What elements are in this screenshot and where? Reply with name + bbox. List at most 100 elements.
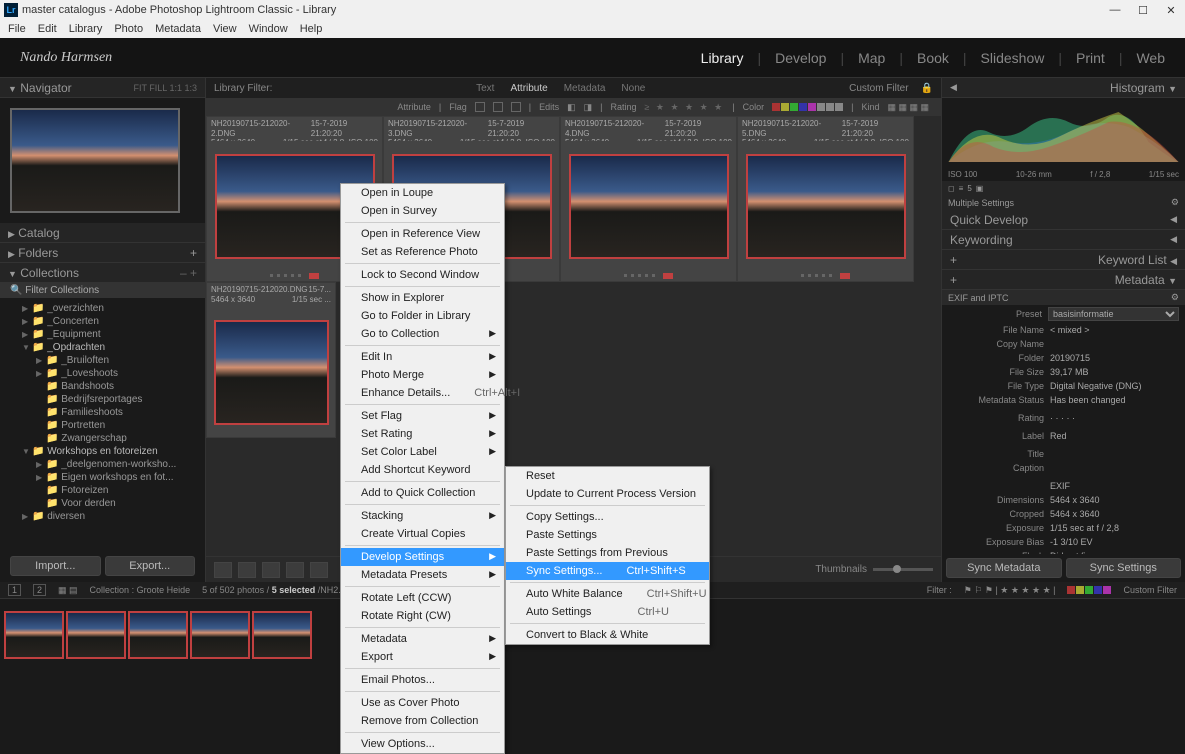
module-web[interactable]: Web: [1136, 50, 1165, 66]
info-icon[interactable]: ▣: [976, 184, 984, 193]
menu-item[interactable]: Set Color Label▶: [341, 443, 504, 461]
quickdevelop-header[interactable]: Quick Develop ◀: [942, 210, 1185, 230]
menu-item[interactable]: Auto White BalanceCtrl+Shift+U: [506, 585, 709, 603]
maximize-button[interactable]: ☐: [1133, 2, 1153, 18]
menu-item-view[interactable]: View: [213, 23, 237, 35]
filmstrip-thumb[interactable]: [190, 611, 250, 659]
menu-item[interactable]: View Options...: [341, 735, 504, 753]
menu-item-photo[interactable]: Photo: [114, 23, 143, 35]
preset-select[interactable]: basisinformatie: [1048, 307, 1179, 321]
tree-item[interactable]: 📁 Voor derden: [0, 497, 205, 510]
filter-tab-none[interactable]: None: [621, 83, 645, 94]
menu-item[interactable]: Stacking▶: [341, 507, 504, 525]
menu-item[interactable]: Export▶: [341, 648, 504, 666]
menu-item[interactable]: Go to Folder in Library: [341, 307, 504, 325]
collections-header[interactable]: ▼ Collections– +: [0, 263, 205, 283]
menu-item[interactable]: Use as Cover Photo: [341, 694, 504, 712]
custom-filter[interactable]: Custom Filter: [849, 83, 908, 94]
menu-item[interactable]: Copy Settings...: [506, 508, 709, 526]
module-book[interactable]: Book: [917, 50, 949, 66]
menu-item[interactable]: Update to Current Process Version: [506, 485, 709, 503]
grid-icons[interactable]: ▦ ▤: [58, 585, 78, 596]
menu-item[interactable]: Add Shortcut Keyword: [341, 461, 504, 479]
sync-metadata-button[interactable]: Sync Metadata: [946, 558, 1062, 578]
thumbnail-size-slider[interactable]: [873, 568, 933, 571]
module-develop[interactable]: Develop: [775, 50, 826, 66]
histogram-panel[interactable]: [942, 98, 1185, 168]
menu-item[interactable]: Set Rating▶: [341, 425, 504, 443]
menu-item[interactable]: Open in Loupe: [341, 184, 504, 202]
edit-icon2[interactable]: ◨: [584, 102, 593, 113]
folders-header[interactable]: ▶ Folders+: [0, 243, 205, 263]
tree-item[interactable]: ▶ 📁 Eigen workshops en fot...: [0, 471, 205, 484]
menu-item[interactable]: Email Photos...: [341, 671, 504, 689]
tree-item[interactable]: ▶ 📁 diversen: [0, 510, 205, 523]
crop-icon[interactable]: ◻: [948, 184, 955, 193]
menu-item[interactable]: Develop Settings▶: [341, 548, 504, 566]
menu-item[interactable]: Add to Quick Collection: [341, 484, 504, 502]
tree-item[interactable]: ▶ 📁 _deelgenomen-worksho...: [0, 458, 205, 471]
tree-item[interactable]: 📁 Bedrijfsreportages: [0, 393, 205, 406]
filmstrip-colors[interactable]: [1067, 586, 1111, 594]
collections-filter[interactable]: 🔍 Filter Collections: [0, 283, 205, 298]
menu-item[interactable]: Set as Reference Photo: [341, 243, 504, 261]
import-button[interactable]: Import...: [10, 556, 101, 576]
grid-cell[interactable]: NH20190715-212020-4.DNG15-7-2019 21:20:2…: [560, 116, 737, 282]
second-window-2[interactable]: 2: [33, 584, 46, 596]
tree-item[interactable]: ▶ 📁 _Bruiloften: [0, 354, 205, 367]
menu-item[interactable]: Reset: [506, 467, 709, 485]
flag-unflagged[interactable]: [493, 102, 503, 112]
filter-tab-metadata[interactable]: Metadata: [564, 83, 606, 94]
menu-item[interactable]: Convert to Black & White: [506, 626, 709, 644]
menu-item-edit[interactable]: Edit: [38, 23, 57, 35]
menu-item[interactable]: Rotate Right (CW): [341, 607, 504, 625]
keywording-header[interactable]: Keywording ◀: [942, 230, 1185, 250]
menu-item[interactable]: Show in Explorer: [341, 289, 504, 307]
menu-item[interactable]: Auto SettingsCtrl+U: [506, 603, 709, 621]
compare-view-icon[interactable]: [262, 562, 280, 578]
menu-item-metadata[interactable]: Metadata: [155, 23, 201, 35]
filmstrip-thumb[interactable]: [252, 611, 312, 659]
tree-item[interactable]: 📁 Familieshoots: [0, 406, 205, 419]
module-library[interactable]: Library: [701, 50, 744, 66]
menu-item[interactable]: Paste Settings from Previous: [506, 544, 709, 562]
navigator-zoom[interactable]: FIT FILL 1:1 1:3: [133, 83, 197, 93]
menu-item[interactable]: Paste Settings: [506, 526, 709, 544]
menu-item[interactable]: Set Flag▶: [341, 407, 504, 425]
tree-item[interactable]: 📁 Zwangerschap: [0, 432, 205, 445]
grid-cell[interactable]: NH20190715-212020.DNG15-7...5464 x 36401…: [206, 282, 336, 438]
filmstrip-filter-icons[interactable]: ⚑ ⚐ ⚑ | ★ ★ ★ ★ ★ |: [964, 585, 1056, 596]
filmstrip-custom-filter[interactable]: Custom Filter: [1123, 585, 1177, 595]
module-slideshow[interactable]: Slideshow: [981, 50, 1045, 66]
menu-item[interactable]: Open in Survey: [341, 202, 504, 220]
exif-iptc-select[interactable]: EXIF and IPTC: [948, 293, 1171, 303]
kind-icons[interactable]: ▦ ▦ ▦ ▦: [887, 102, 929, 113]
metadata-header[interactable]: + Metadata ▼: [942, 270, 1185, 290]
edit-icon[interactable]: ◧: [567, 102, 576, 113]
menu-item[interactable]: Enhance Details...Ctrl+Alt+I: [341, 384, 504, 402]
grid-view-icon[interactable]: [214, 562, 232, 578]
tree-item[interactable]: 📁 Portretten: [0, 419, 205, 432]
flag-picked[interactable]: [475, 102, 485, 112]
tree-item[interactable]: ▶ 📁 _Loveshoots: [0, 367, 205, 380]
second-window-icon[interactable]: 1: [8, 584, 21, 596]
flag-rejected[interactable]: [511, 102, 521, 112]
loupe-view-icon[interactable]: [238, 562, 256, 578]
context-submenu[interactable]: ResetUpdate to Current Process Version Co…: [505, 466, 710, 645]
tree-item[interactable]: 📁 Bandshoots: [0, 380, 205, 393]
navigator-preview[interactable]: [0, 98, 205, 223]
tree-item[interactable]: 📁 Fotoreizen: [0, 484, 205, 497]
tree-item[interactable]: ▶ 📁 _Equipment: [0, 328, 205, 341]
close-button[interactable]: ✕: [1161, 2, 1181, 18]
tree-item[interactable]: ▼ 📁 _Opdrachten: [0, 341, 205, 354]
lock-icon[interactable]: 🔒: [921, 83, 933, 94]
menu-item[interactable]: Go to Collection▶: [341, 325, 504, 343]
levels-icon[interactable]: ≡: [959, 184, 964, 193]
catalog-header[interactable]: ▶ Catalog: [0, 223, 205, 243]
filmstrip-thumb[interactable]: [4, 611, 64, 659]
export-button[interactable]: Export...: [105, 556, 196, 576]
tree-item[interactable]: ▶ 📁 _overzichten: [0, 302, 205, 315]
filmstrip-thumb[interactable]: [66, 611, 126, 659]
tree-item[interactable]: ▼ 📁 Workshops en fotoreizen: [0, 445, 205, 458]
filter-tab-text[interactable]: Text: [476, 83, 494, 94]
